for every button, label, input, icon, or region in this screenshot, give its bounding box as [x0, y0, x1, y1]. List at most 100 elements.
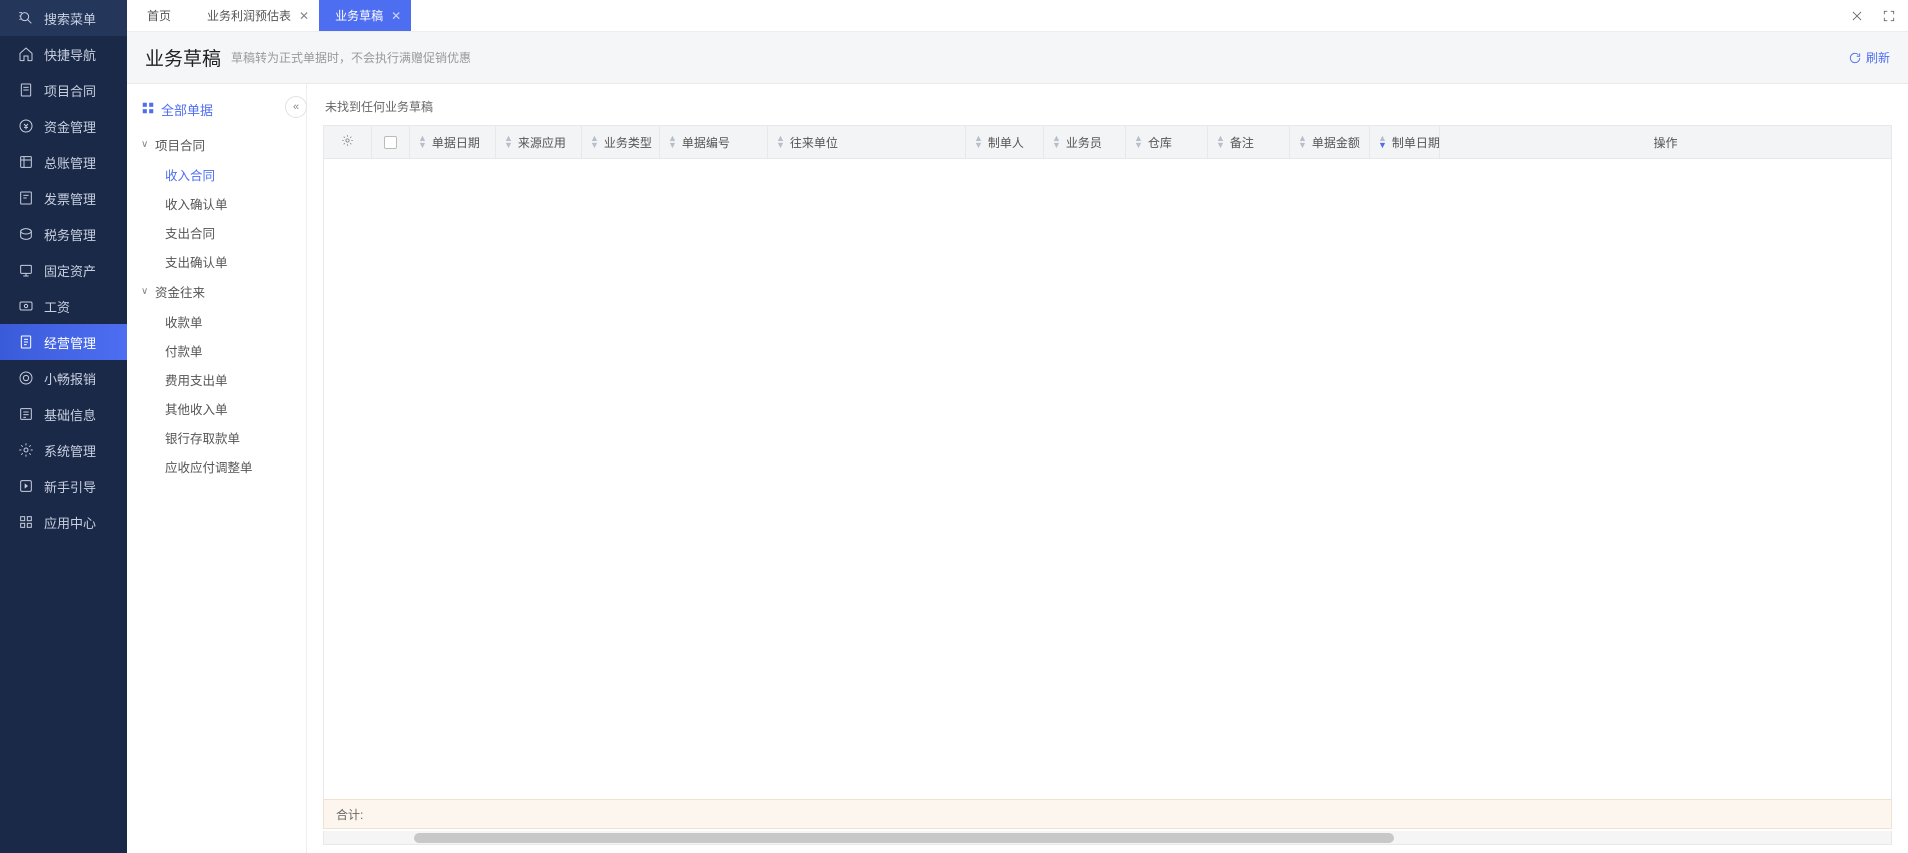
sort-icon: ▲▼ — [776, 135, 785, 149]
sidebar-item-label: 税务管理 — [44, 225, 96, 244]
sub-sidebar-title: 全部单据 — [161, 100, 213, 119]
salary-icon — [18, 298, 34, 314]
biz-icon — [18, 334, 34, 350]
tab-label: 业务草稿 — [335, 7, 383, 24]
column-label: 往来单位 — [790, 134, 838, 151]
sidebar-item-label: 总账管理 — [44, 153, 96, 172]
tree-item-income-contract[interactable]: 收入合同 — [127, 160, 306, 189]
close-all-button[interactable] — [1848, 7, 1866, 25]
column-number[interactable]: ▲▼ 单据编号 — [660, 126, 768, 158]
page-header: 业务草稿 草稿转为正式单据时，不会执行满赠促销优惠 刷新 — [127, 32, 1908, 84]
tree-item-bank-transfer[interactable]: 银行存取款单 — [127, 423, 306, 452]
sidebar-item-reimburse[interactable]: 小畅报销 — [0, 360, 127, 396]
sidebar-item-search[interactable]: 搜索菜单 — [0, 0, 127, 36]
sidebar-item-label: 小畅报销 — [44, 369, 96, 388]
sort-icon: ▲▼ — [418, 135, 427, 149]
tree-item-expense-contract[interactable]: 支出合同 — [127, 218, 306, 247]
sidebar-item-contract[interactable]: 项目合同 — [0, 72, 127, 108]
tree-item-payment[interactable]: 付款单 — [127, 336, 306, 365]
close-icon[interactable]: ✕ — [391, 9, 401, 23]
sidebar-item-asset[interactable]: 固定资产 — [0, 252, 127, 288]
table-body — [323, 159, 1892, 799]
tab-business-draft[interactable]: 业务草稿 ✕ — [319, 0, 411, 31]
sidebar-item-label: 经营管理 — [44, 333, 96, 352]
tree-group-label: 项目合同 — [155, 135, 205, 154]
sidebar-item-appcenter[interactable]: 应用中心 — [0, 504, 127, 540]
column-operation: 操作 — [1440, 126, 1891, 158]
tab-profit-estimate[interactable]: 业务利润预估表 ✕ — [191, 0, 319, 31]
refresh-label: 刷新 — [1866, 49, 1890, 66]
refresh-button[interactable]: 刷新 — [1848, 49, 1890, 66]
column-label: 单据编号 — [682, 134, 730, 151]
sidebar-item-tax[interactable]: 税务管理 — [0, 216, 127, 252]
tab-label: 业务利润预估表 — [207, 7, 291, 24]
sidebar-item-label: 发票管理 — [44, 189, 96, 208]
tree-item-receipt[interactable]: 收款单 — [127, 307, 306, 336]
tree-item-other-income[interactable]: 其他收入单 — [127, 394, 306, 423]
sort-icon: ▲▼ — [590, 135, 599, 149]
column-party[interactable]: ▲▼ 往来单位 — [768, 126, 966, 158]
column-biztype[interactable]: ▲▼ 业务类型 — [582, 126, 660, 158]
appstore-icon — [18, 514, 34, 530]
sidebar-item-funds[interactable]: 资金管理 — [0, 108, 127, 144]
collapse-button[interactable]: « — [285, 96, 307, 118]
table-header: ▲▼ 单据日期 ▲▼ 来源应用 ▲▼ 业务类型 ▲▼ — [323, 125, 1892, 159]
sub-sidebar-header[interactable]: 全部单据 — [127, 94, 306, 129]
asset-icon — [18, 262, 34, 278]
sidebar-item-quicknav[interactable]: 快捷导航 — [0, 36, 127, 72]
horizontal-scrollbar[interactable] — [323, 831, 1892, 845]
chevron-down-icon: ∨ — [141, 139, 151, 150]
tree-item-expense-confirm[interactable]: 支出确认单 — [127, 247, 306, 276]
system-icon — [18, 442, 34, 458]
sort-icon: ▲▼ — [668, 135, 677, 149]
sidebar-item-salary[interactable]: 工资 — [0, 288, 127, 324]
column-makedate[interactable]: ▲▼ 制单日期 — [1370, 126, 1440, 158]
sidebar-item-label: 系统管理 — [44, 441, 96, 460]
tree-item-income-confirm[interactable]: 收入确认单 — [127, 189, 306, 218]
column-settings[interactable] — [324, 126, 372, 158]
sidebar-item-baseinfo[interactable]: 基础信息 — [0, 396, 127, 432]
reimburse-icon — [18, 370, 34, 386]
sidebar-item-label: 搜索菜单 — [44, 9, 96, 28]
select-all-checkbox[interactable] — [384, 136, 397, 149]
column-note[interactable]: ▲▼ 备注 — [1208, 126, 1290, 158]
tree-item-expense-bill[interactable]: 费用支出单 — [127, 365, 306, 394]
column-source[interactable]: ▲▼ 来源应用 — [496, 126, 582, 158]
close-icon[interactable]: ✕ — [299, 9, 309, 23]
sort-icon: ▲▼ — [1378, 135, 1387, 149]
invoice-icon — [18, 190, 34, 206]
scrollbar-thumb[interactable] — [414, 833, 1394, 843]
tab-home[interactable]: 首页 — [127, 0, 191, 31]
sidebar-item-system[interactable]: 系统管理 — [0, 432, 127, 468]
column-amount[interactable]: ▲▼ 单据金额 — [1290, 126, 1370, 158]
tree-group-label: 资金往来 — [155, 282, 205, 301]
gear-icon — [341, 134, 354, 150]
sort-icon: ▲▼ — [1298, 135, 1307, 149]
home-icon — [18, 46, 34, 62]
main-panel: 未找到任何业务草稿 ▲▼ 单据日期 — [307, 84, 1908, 853]
column-label: 业务员 — [1066, 134, 1102, 151]
column-maker[interactable]: ▲▼ 制单人 — [966, 126, 1044, 158]
tree-item-ar-ap-adjust[interactable]: 应收应付调整单 — [127, 452, 306, 481]
column-warehouse[interactable]: ▲▼ 仓库 — [1126, 126, 1208, 158]
refresh-icon — [1848, 51, 1862, 65]
column-date[interactable]: ▲▼ 单据日期 — [410, 126, 496, 158]
sub-sidebar: 全部单据 « ∨ 项目合同 收入合同 收入确认单 支出合同 支出确认单 ∨ 资金… — [127, 84, 307, 853]
sidebar-item-guide[interactable]: 新手引导 — [0, 468, 127, 504]
main-sidebar: 搜索菜单 快捷导航 项目合同 资金管理 总账管理 发票管理 税务管理 固定资产 — [0, 0, 127, 853]
column-label: 操作 — [1653, 134, 1677, 151]
column-label: 业务类型 — [604, 134, 652, 151]
sidebar-item-business[interactable]: 经营管理 — [0, 324, 127, 360]
footer-total-label: 合计: — [336, 806, 363, 823]
column-checkbox[interactable] — [372, 126, 410, 158]
doc-icon — [18, 82, 34, 98]
tree-group-funds[interactable]: ∨ 资金往来 — [127, 276, 306, 307]
tree-group-contract[interactable]: ∨ 项目合同 — [127, 129, 306, 160]
category-tree: ∨ 项目合同 收入合同 收入确认单 支出合同 支出确认单 ∨ 资金往来 收款单 … — [127, 129, 306, 481]
column-label: 制单日期 — [1392, 134, 1440, 151]
sidebar-item-ledger[interactable]: 总账管理 — [0, 144, 127, 180]
sidebar-item-label: 工资 — [44, 297, 70, 316]
sidebar-item-invoice[interactable]: 发票管理 — [0, 180, 127, 216]
column-salesman[interactable]: ▲▼ 业务员 — [1044, 126, 1126, 158]
fullscreen-button[interactable] — [1880, 7, 1898, 25]
